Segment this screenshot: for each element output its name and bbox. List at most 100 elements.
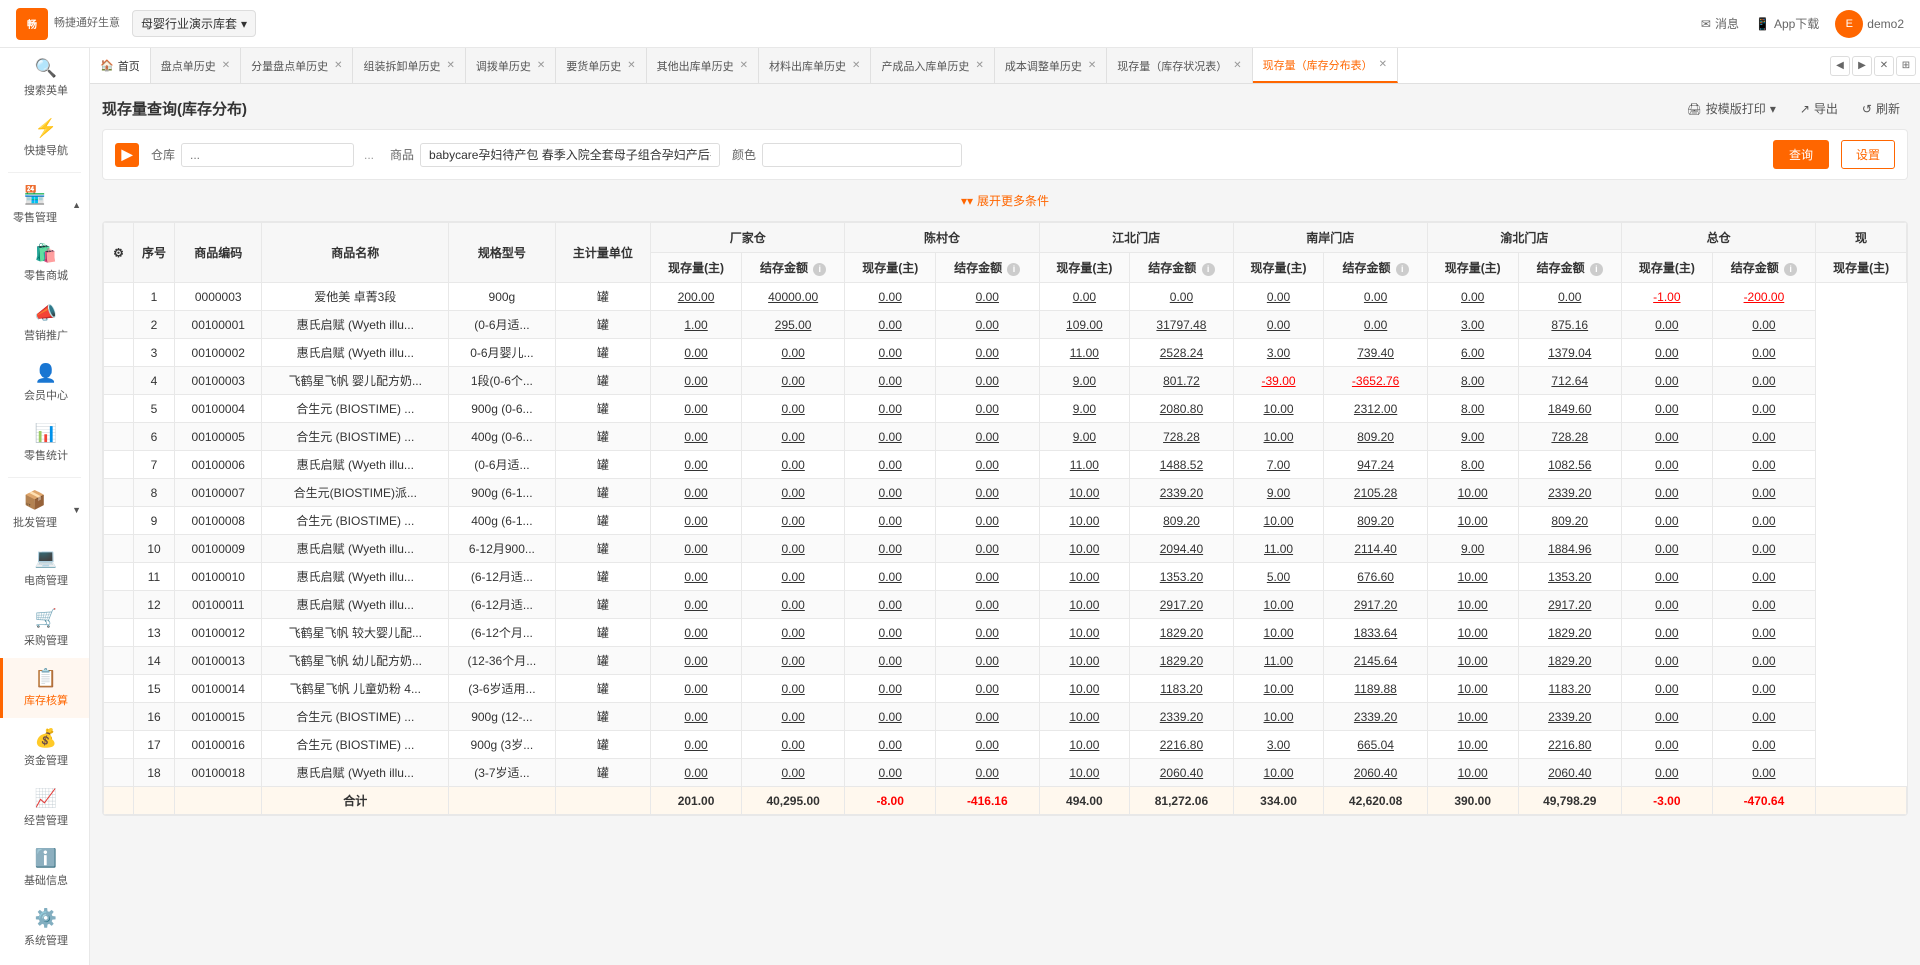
app-download-btn[interactable]: 📱 App下载: [1755, 15, 1819, 32]
th-nanan-wh: 南岸门店: [1233, 223, 1427, 253]
table-row: 400100003飞鹤星飞帆 婴儿配方奶...1段(0-6个...罐0.000.…: [104, 367, 1907, 395]
sidebar-item-system[interactable]: ⚙️ 系统管理: [0, 898, 89, 958]
warehouse-ellipsis[interactable]: ...: [360, 148, 378, 162]
tab-stock-status[interactable]: 现存量（库存状况表） ✕: [1107, 48, 1252, 83]
th-yubei-stock: 现存量(主): [1427, 253, 1518, 283]
page-header: 现存量查询(库存分布) 🖨 按模版打印 ▾ ↗ 导出 ↺ 刷新: [102, 96, 1908, 121]
info-icon[interactable]: i: [813, 263, 826, 276]
info-icon[interactable]: i: [1590, 263, 1603, 276]
logo-area: 畅 畅捷通好生意: [16, 8, 120, 40]
close-icon[interactable]: ✕: [334, 60, 342, 71]
wholesale-icon: 📦: [24, 490, 46, 511]
refresh-btn[interactable]: ↺ 刷新: [1854, 96, 1908, 121]
sidebar-item-wholesale[interactable]: 📦 批发管理 ▼: [0, 482, 89, 538]
color-input[interactable]: [762, 143, 962, 167]
tab-sub-inventory[interactable]: 分量盘点单历史 ✕: [241, 48, 353, 83]
sidebar-item-finance[interactable]: 💰 资金管理: [0, 718, 89, 778]
tab-close-btn[interactable]: ✕: [1874, 56, 1894, 76]
info-icon[interactable]: i: [1396, 263, 1409, 276]
tab-material-outbound[interactable]: 材料出库单历史 ✕: [759, 48, 871, 83]
user-menu[interactable]: E demo2: [1835, 10, 1904, 38]
expand-label: 展开更多条件: [977, 192, 1049, 209]
table-row: 1700100016合生元 (BIOSTIME) ...900g (3岁...罐…: [104, 731, 1907, 759]
tab-prev-btn[interactable]: ◀: [1830, 56, 1850, 76]
tab-home[interactable]: 🏠 首页: [90, 48, 151, 83]
refresh-icon: ↺: [1862, 102, 1872, 116]
close-icon[interactable]: ✕: [446, 60, 454, 71]
info-icon[interactable]: i: [1007, 263, 1020, 276]
tab-cost-adjust[interactable]: 成本调整单历史 ✕: [995, 48, 1107, 83]
retail-mall-icon: 🛍️: [35, 243, 57, 264]
print-label: 按模版打印: [1706, 100, 1766, 117]
sidebar-item-purchase[interactable]: 🛒 采购管理: [0, 598, 89, 658]
table-row: 700100006惠氏启赋 (Wyeth illu...(0-6月适...罐0.…: [104, 451, 1907, 479]
goods-input[interactable]: [420, 143, 720, 167]
th-nanan-amount: 结存金额 i: [1324, 253, 1428, 283]
tab-other-outbound[interactable]: 其他出库单历史 ✕: [647, 48, 759, 83]
close-icon[interactable]: ✕: [222, 60, 230, 71]
tab-requisition[interactable]: 要货单历史 ✕: [556, 48, 646, 83]
table-row: 500100004合生元 (BIOSTIME) ...900g (0-6...罐…: [104, 395, 1907, 423]
sidebar-item-operations[interactable]: 📈 经营管理: [0, 778, 89, 838]
close-icon[interactable]: ✕: [852, 60, 860, 71]
export-icon: ↗: [1800, 102, 1810, 116]
chevron-down-icon: ▾: [241, 17, 247, 31]
sidebar-item-retail-mgmt[interactable]: 🏪 零售管理 ▲: [0, 177, 89, 233]
close-icon[interactable]: ✕: [537, 60, 545, 71]
tab-stock-dist[interactable]: 现存量（库存分布表） ✕: [1253, 48, 1398, 83]
sidebar: 🔍 搜索英单 ⚡ 快捷导航 🏪 零售管理 ▲ 🛍️ 零售商城 📣 营销推广 👤 …: [0, 48, 90, 965]
th-settings[interactable]: ⚙: [104, 223, 134, 283]
tab-assembly[interactable]: 组装拆卸单历史 ✕: [353, 48, 465, 83]
th-jiangbei-amount: 结存金额 i: [1130, 253, 1234, 283]
sidebar-item-marketing[interactable]: 📣 营销推广: [0, 293, 89, 353]
sidebar-item-search[interactable]: 🔍 搜索英单: [0, 48, 89, 108]
tab-label: 调拨单历史: [476, 58, 531, 74]
retail-mgmt-icon: 🏪: [24, 185, 46, 206]
expand-conditions-btn[interactable]: ▾▾ 展开更多条件: [953, 188, 1057, 213]
th-goods-code: 商品编码: [175, 223, 262, 283]
warehouse-input[interactable]: [181, 143, 354, 167]
sidebar-label: 营销推广: [24, 327, 68, 343]
page-actions: 🖨 按模版打印 ▾ ↗ 导出 ↺ 刷新: [1679, 96, 1908, 121]
app-download-label: App下载: [1774, 15, 1819, 32]
tab-next-btn[interactable]: ▶: [1852, 56, 1872, 76]
sidebar-item-ecommerce[interactable]: 💻 电商管理: [0, 538, 89, 598]
store-name: 母婴行业演示库套: [141, 15, 237, 32]
close-icon[interactable]: ✕: [975, 60, 983, 71]
sidebar-item-inventory[interactable]: 📋 库存核算: [0, 658, 89, 718]
sidebar-item-retail-mall[interactable]: 🛍️ 零售商城: [0, 233, 89, 293]
sidebar-label: 采购管理: [24, 632, 68, 648]
tab-label: 要货单历史: [566, 58, 621, 74]
close-icon[interactable]: ✕: [627, 60, 635, 71]
tab-product-inbound[interactable]: 产成品入库单历史 ✕: [871, 48, 994, 83]
sidebar-label: 系统管理: [24, 932, 68, 948]
print-btn[interactable]: 🖨 按模版打印 ▾: [1679, 96, 1784, 121]
store-selector[interactable]: 母婴行业演示库套 ▾: [132, 10, 256, 37]
sidebar-label: 零售统计: [24, 447, 68, 463]
tab-expand-btn[interactable]: ⊞: [1896, 56, 1916, 76]
settings-btn[interactable]: 设置: [1841, 140, 1895, 169]
export-btn[interactable]: ↗ 导出: [1792, 96, 1846, 121]
tab-transfer[interactable]: 调拨单历史 ✕: [466, 48, 556, 83]
sidebar-label: 零售管理: [13, 209, 57, 225]
th-chenun-stock: 现存量(主): [845, 253, 936, 283]
th-chenun-amount: 结存金额 i: [936, 253, 1040, 283]
sidebar-item-shortcut[interactable]: ⚡ 快捷导航: [0, 108, 89, 168]
tab-inventory-count[interactable]: 盘点单历史 ✕: [151, 48, 241, 83]
close-icon[interactable]: ✕: [740, 60, 748, 71]
close-icon[interactable]: ✕: [1233, 60, 1241, 71]
close-icon[interactable]: ✕: [1379, 59, 1387, 70]
query-btn[interactable]: 查询: [1773, 140, 1829, 169]
search-toggle-btn[interactable]: ▶: [115, 143, 139, 167]
sidebar-item-basic[interactable]: ℹ️ 基础信息: [0, 838, 89, 898]
close-icon[interactable]: ✕: [1088, 60, 1096, 71]
message-btn[interactable]: ✉ 消息: [1701, 15, 1739, 32]
search-icon: 🔍: [35, 58, 57, 79]
th-jiangbei-stock: 现存量(主): [1039, 253, 1130, 283]
sidebar-item-retail-stats[interactable]: 📊 零售统计: [0, 413, 89, 473]
info-icon[interactable]: i: [1202, 263, 1215, 276]
sidebar-item-enterprise[interactable]: 🤝 企业协同: [0, 958, 89, 965]
table-row: 300100002惠氏启赋 (Wyeth illu...0-6月婴儿...罐0.…: [104, 339, 1907, 367]
sidebar-item-member[interactable]: 👤 会员中心: [0, 353, 89, 413]
info-icon[interactable]: i: [1784, 263, 1797, 276]
